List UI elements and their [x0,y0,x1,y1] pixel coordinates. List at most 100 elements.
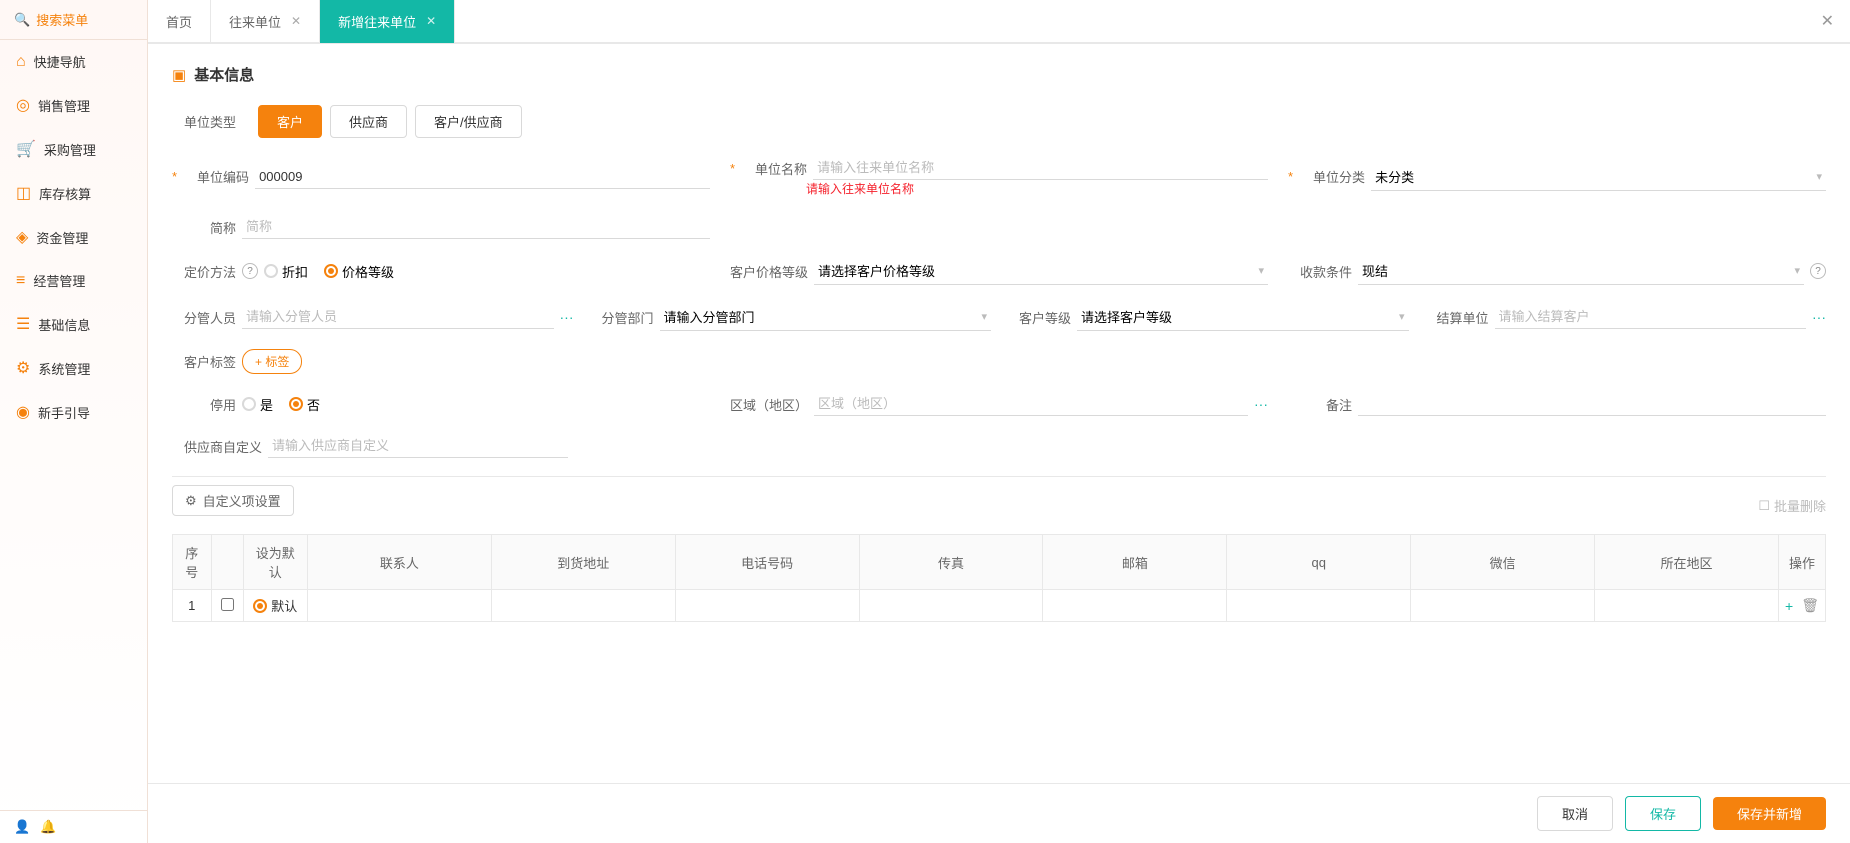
custom-settings-label: 自定义项设置 [203,491,281,510]
btn-customer[interactable]: 客户 [258,105,322,138]
payment-select[interactable]: 现结 ▾ [1358,257,1804,285]
manager-input[interactable] [242,305,554,329]
payment-chevron: ▾ [1794,264,1800,277]
wechat-input[interactable] [1417,598,1588,613]
sidebar-item-finance[interactable]: ◈ 资金管理 [0,215,147,259]
cell-qq[interactable] [1227,590,1411,622]
code-input[interactable] [255,165,710,189]
guide-icon: ◉ [16,402,30,422]
settlement-more-btn[interactable]: ··· [1812,309,1826,325]
btn-both[interactable]: 客户/供应商 [415,105,522,138]
del-row-btn[interactable]: 🗑 [1801,597,1819,614]
radio-disable-no[interactable]: 否 [289,395,320,414]
email-input[interactable] [1049,598,1220,613]
tab-new-partner[interactable]: 新增往来单位 ✕ [320,0,455,43]
name-input[interactable] [813,156,1268,180]
region-input[interactable] [814,392,1248,416]
contact-input[interactable] [314,598,485,613]
shortname-input[interactable] [242,215,710,239]
dept-placeholder: 请输入分管部门 [664,307,755,326]
sidebar-item-operation[interactable]: ≡ 经营管理 [0,259,147,302]
sidebar-item-guide[interactable]: ◉ 新手引导 [0,390,147,434]
radio-disable-yes[interactable]: 是 [242,395,273,414]
user-icon[interactable]: 👤 [14,819,30,835]
save-button[interactable]: 保存 [1625,796,1701,831]
search-menu-item[interactable]: 🔍 搜索菜单 [0,0,147,40]
payment-help-icon[interactable]: ? [1810,263,1826,279]
radio-disable-no-circle [289,397,303,411]
shortname-label: 简称 [172,218,236,237]
default-radio[interactable] [253,599,267,613]
add-row-btn[interactable]: + [1785,597,1793,614]
sidebar-item-basic[interactable]: ☰ 基础信息 [0,302,147,346]
batch-delete-btn[interactable]: ☐ 批量删除 [1758,496,1826,515]
name-field: * 单位名称 [730,156,1268,180]
price-level-select[interactable]: 请选择客户价格等级 ▾ [814,257,1268,285]
region-more-btn[interactable]: ··· [1254,396,1268,412]
form-content: ▣ 基本信息 单位类型 客户 供应商 客户/供应商 * 单位编码 [148,44,1850,783]
code-label: 单位编码 [185,167,249,186]
row-checkbox[interactable] [221,598,234,611]
sidebar-item-system[interactable]: ⚙ 系统管理 [0,346,147,390]
manager-more-btn[interactable]: ··· [560,309,574,325]
pricing-label: 定价方法 [172,262,236,281]
inventory-icon: ◫ [16,183,31,203]
radio-price-level-circle [324,264,338,278]
region-table-input[interactable] [1601,598,1772,613]
cancel-button[interactable]: 取消 [1537,796,1613,831]
cell-address[interactable] [491,590,675,622]
name-error-text: 请输入往来单位名称 [806,182,914,196]
radio-price-level-label: 价格等级 [342,262,394,281]
cell-email[interactable] [1043,590,1227,622]
search-icon: 🔍 [14,12,30,28]
payment-field: 收款条件 现结 ▾ ? [1288,257,1826,285]
custom-settings-btn[interactable]: ⚙ 自定义项设置 [172,485,294,516]
customer-level-select[interactable]: 请选择客户等级 ▾ [1077,303,1409,331]
radio-discount-label: 折扣 [282,262,308,281]
add-tag-button[interactable]: + 标签 [242,349,302,374]
category-select[interactable]: 未分类 ▾ [1371,163,1826,191]
col-address: 到货地址 [491,535,675,590]
settlement-input[interactable] [1495,305,1807,329]
dept-label: 分管部门 [590,308,654,327]
tab-partners[interactable]: 往来单位 ✕ [211,0,320,43]
name-label: 单位名称 [743,159,807,178]
radio-discount[interactable]: 折扣 [264,262,308,281]
note-input[interactable] [1358,392,1826,416]
tab-new-partner-close[interactable]: ✕ [426,14,436,28]
phone-input[interactable] [682,598,853,613]
cell-contact[interactable] [307,590,491,622]
btn-supplier[interactable]: 供应商 [330,105,407,138]
payment-label: 收款条件 [1288,262,1352,281]
address-input[interactable] [498,598,669,613]
cell-region[interactable] [1595,590,1779,622]
region-field: 区域（地区） ··· [730,392,1268,416]
code-field: * 单位编码 [172,156,710,197]
notification-icon[interactable]: 🔔 [40,819,56,835]
customer-level-field: 客户等级 请选择客户等级 ▾ [1007,303,1409,331]
sidebar-item-quick-nav[interactable]: ⌂ 快捷导航 [0,40,147,83]
cell-fax[interactable] [859,590,1043,622]
tab-partners-close[interactable]: ✕ [291,14,301,28]
sidebar: 🔍 搜索菜单 ⌂ 快捷导航 ◎ 销售管理 🛒 采购管理 ◫ 库存核算 ◈ 资金管… [0,0,148,843]
close-all-tabs[interactable]: ✕ [1805,11,1850,31]
sidebar-label-finance: 资金管理 [36,228,88,247]
sidebar-label-purchase: 采购管理 [44,140,96,159]
fax-input[interactable] [866,598,1037,613]
sidebar-item-sales[interactable]: ◎ 销售管理 [0,83,147,127]
qq-input[interactable] [1233,598,1404,613]
cell-phone[interactable] [675,590,859,622]
tab-home[interactable]: 首页 [148,0,211,43]
sidebar-item-inventory[interactable]: ◫ 库存核算 [0,171,147,215]
sidebar-item-purchase[interactable]: 🛒 采购管理 [0,127,147,171]
save-new-button[interactable]: 保存并新增 [1713,797,1826,830]
supplier-custom-input[interactable] [268,434,568,458]
cell-wechat[interactable] [1411,590,1595,622]
radio-price-level[interactable]: 价格等级 [324,262,394,281]
dept-select[interactable]: 请输入分管部门 ▾ [660,303,992,331]
disable-label: 停用 [172,395,236,414]
row-disable-region-note: 停用 是 否 区域（地区） ··· 备注 [172,392,1826,416]
pricing-help-icon[interactable]: ? [242,263,258,279]
cell-checkbox[interactable] [211,590,243,622]
col-checkbox [211,535,243,590]
